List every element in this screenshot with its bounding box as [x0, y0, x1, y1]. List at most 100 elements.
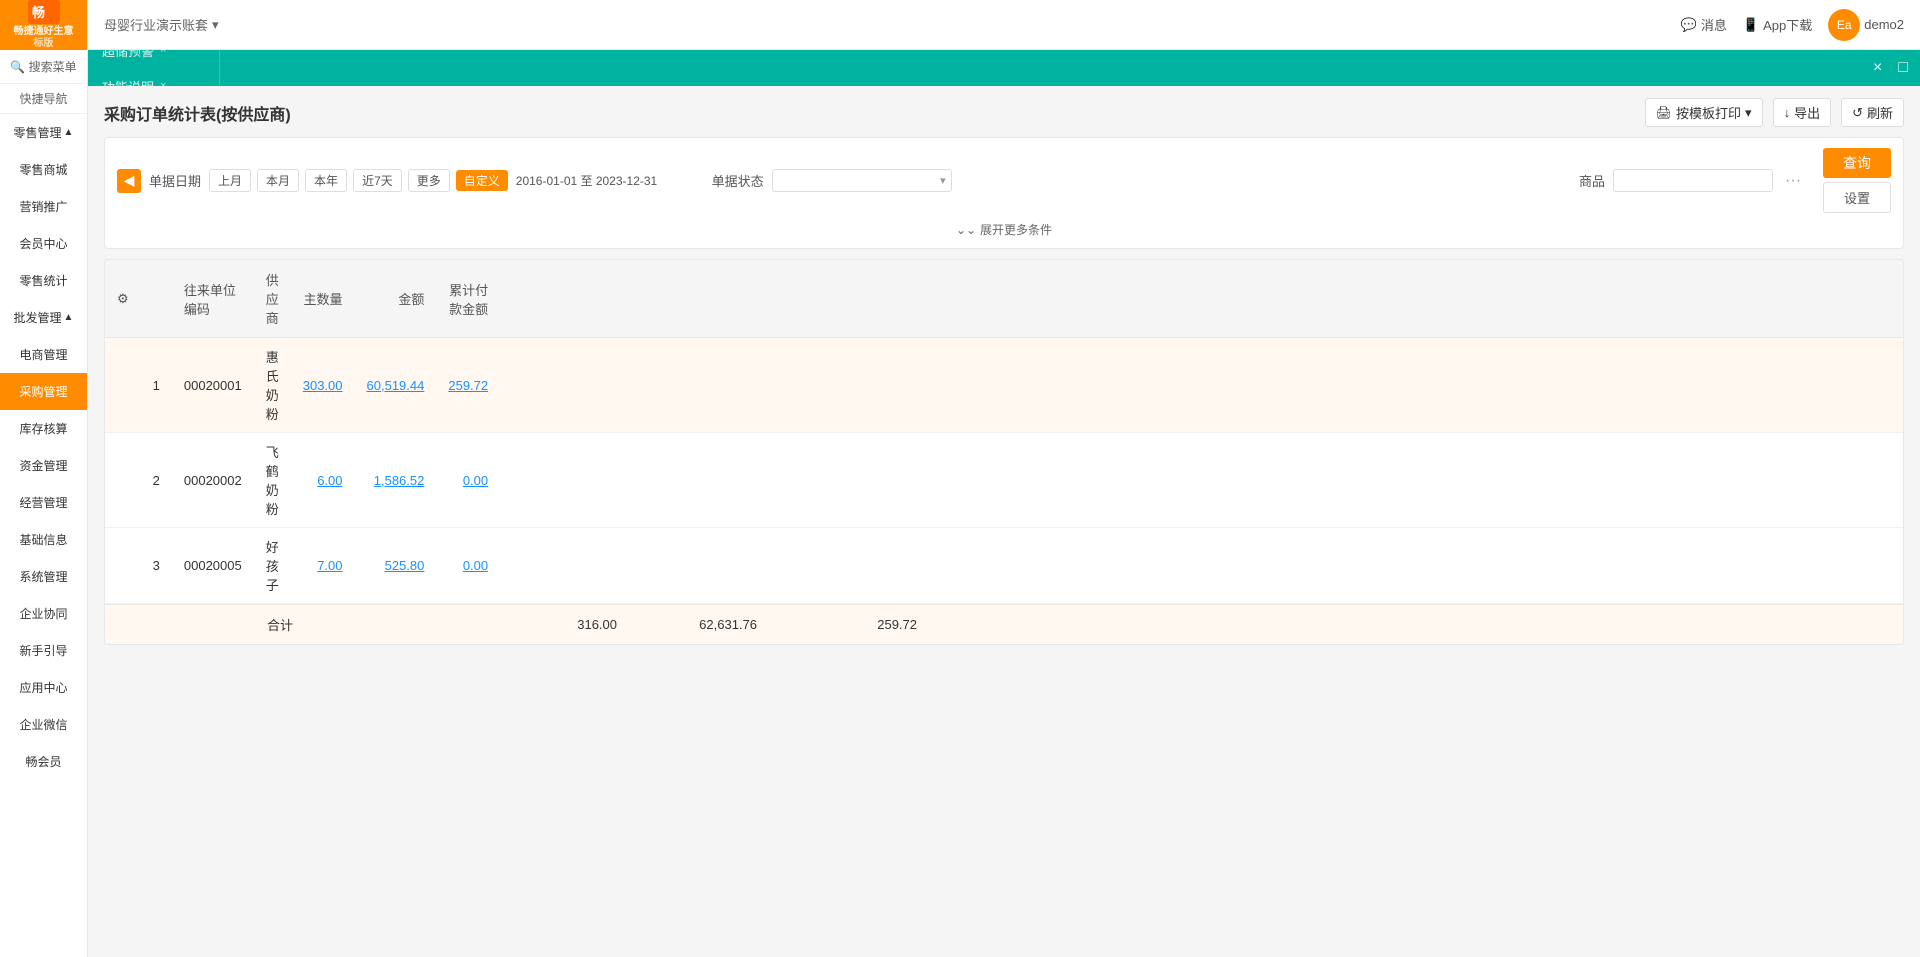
row-qty-cell[interactable]: 6.00: [291, 433, 355, 528]
sidebar-item-basic-info[interactable]: 基础信息: [0, 521, 87, 558]
workspace-selector[interactable]: 母婴行业演示账套 ▾: [104, 15, 1669, 34]
filter-toggle-button[interactable]: ◀: [117, 169, 141, 193]
sidebar-item-enterprise-wechat[interactable]: 企业微信: [0, 706, 87, 743]
sidebar-item-wholesale-mgmt[interactable]: 批发管理▲: [0, 299, 87, 336]
svg-text:畅: 畅: [32, 5, 45, 20]
date-btn-custom[interactable]: 自定义: [456, 170, 508, 191]
sidebar-item-inventory-check[interactable]: 库存核算: [0, 410, 87, 447]
sidebar-label: 经营管理: [19, 494, 67, 511]
filter-left: ◀ 单据日期 上月 本月 本年 近7天 更多 自定义 2016-01-01 至 …: [117, 169, 702, 193]
sidebar-search[interactable]: 🔍 搜索菜单: [0, 50, 87, 84]
footer-paid: 259.72: [797, 617, 917, 632]
table-body: 1 00020001 惠氏奶粉 303.00 60,519.44 259.72 …: [105, 338, 1903, 604]
tab-function-desc[interactable]: 功能说明 ×: [88, 68, 220, 86]
sidebar-item-retail-mall[interactable]: 零售商城: [0, 151, 87, 188]
status-select-wrapper: [772, 169, 952, 192]
sidebar-item-retail-mgmt[interactable]: 零售管理▲: [0, 114, 87, 151]
goods-input[interactable]: [1613, 169, 1773, 192]
sidebar-item-finance-mgmt[interactable]: 资金管理: [0, 447, 87, 484]
sidebar-item-operation-mgmt[interactable]: 经营管理: [0, 484, 87, 521]
page-title: 采购订单统计表(按供应商): [104, 101, 291, 125]
row-qty-cell[interactable]: 7.00: [291, 528, 355, 604]
table-row: 3 00020005 好孩子 7.00 525.80 0.00: [105, 528, 1903, 604]
date-btn-last-month[interactable]: 上月: [209, 169, 251, 192]
query-button[interactable]: 查询: [1823, 148, 1891, 178]
row-extra-cell: [500, 528, 1903, 604]
data-table: ⚙ 往来单位编码 供应商 主数量 金额 累计付款金额 1 00020001 惠氏…: [105, 260, 1903, 604]
col-extra: [500, 260, 1903, 338]
sidebar-item-member-center[interactable]: 会员中心: [0, 225, 87, 262]
sidebar-label: 营销推广: [19, 198, 67, 215]
status-select[interactable]: [772, 169, 952, 192]
row-paid-cell[interactable]: 0.00: [436, 528, 500, 604]
row-icon-cell: [105, 433, 141, 528]
footer-amount: 62,631.76: [657, 617, 757, 632]
app-logo: 畅 畅捷通好生意 标版: [0, 0, 87, 50]
col-num: [141, 260, 172, 338]
topbar-actions: 💬 消息 📱 App下载 Ea demo2: [1681, 9, 1904, 41]
row-qty-cell[interactable]: 303.00: [291, 338, 355, 433]
date-btn-7days[interactable]: 近7天: [353, 169, 402, 192]
user-profile[interactable]: Ea demo2: [1828, 9, 1904, 41]
export-button[interactable]: ↓ 导出: [1773, 98, 1832, 127]
tab-overstock-warn[interactable]: 超储预警 ×: [88, 50, 220, 68]
row-code-cell: 00020005: [172, 528, 254, 604]
sidebar-label: 应用中心: [19, 679, 67, 696]
col-icon[interactable]: ⚙: [105, 260, 141, 338]
footer-label: 合计: [267, 615, 527, 634]
goods-filter-label: 商品: [1579, 171, 1605, 190]
refresh-button[interactable]: ↺ 刷新: [1841, 98, 1904, 127]
settings-button[interactable]: 设置: [1823, 182, 1891, 213]
col-qty: 主数量: [291, 260, 355, 338]
date-btn-more[interactable]: 更多: [408, 169, 450, 192]
sidebar-item-ecommerce-mgmt[interactable]: 电商管理: [0, 336, 87, 373]
sidebar-label: 批发管理: [14, 309, 62, 326]
col-supplier-name: 供应商: [254, 260, 291, 338]
workspace-dropdown-icon: ▾: [212, 17, 219, 33]
message-action[interactable]: 💬 消息: [1681, 15, 1727, 34]
sidebar-label: 系统管理: [19, 568, 67, 585]
sidebar-item-system-mgmt[interactable]: 系统管理: [0, 558, 87, 595]
sidebar-item-new-guide[interactable]: 新手引导: [0, 632, 87, 669]
row-paid-cell[interactable]: 0.00: [436, 433, 500, 528]
filter-middle: 单据状态: [712, 169, 1297, 192]
col-supplier-code: 往来单位编码: [172, 260, 254, 338]
page-actions: 🖨 按模板打印 ▾ ↓ 导出 ↺ 刷新: [1645, 98, 1905, 127]
print-dropdown-icon: ▾: [1745, 105, 1752, 121]
sidebar-label: 零售管理: [14, 124, 62, 141]
date-btn-this-year[interactable]: 本年: [305, 169, 347, 192]
print-icon: 🖨: [1656, 105, 1673, 121]
row-amount-cell[interactable]: 1,586.52: [355, 433, 437, 528]
sidebar-quick-nav[interactable]: 快捷导航: [0, 84, 87, 114]
tab-expand-btn[interactable]: □: [1894, 57, 1912, 79]
expand-icon: ⌄⌄: [956, 223, 976, 237]
tabbar: 首页收发存汇总表 ×要货单统计表 ×可用量库存账本 ×保质期查询 ×超储预警 ×…: [88, 50, 1920, 86]
app-download-action[interactable]: 📱 App下载: [1743, 15, 1812, 34]
row-amount-cell[interactable]: 60,519.44: [355, 338, 437, 433]
sidebar-item-app-center[interactable]: 应用中心: [0, 669, 87, 706]
row-name-cell: 惠氏奶粉: [254, 338, 291, 433]
tab-close-icon[interactable]: ×: [160, 50, 166, 56]
message-icon: 💬: [1681, 17, 1697, 33]
sidebar-item-member[interactable]: 畅会员: [0, 743, 87, 780]
filter-main-row: ◀ 单据日期 上月 本月 本年 近7天 更多 自定义 2016-01-01 至 …: [117, 148, 1891, 213]
sidebar: 畅 畅捷通好生意 标版 🔍 搜索菜单 快捷导航 零售管理▲ 零售商城营销推广会员中…: [0, 0, 88, 957]
sidebar-label: 基础信息: [19, 531, 67, 548]
sidebar-item-marketing[interactable]: 营销推广: [0, 188, 87, 225]
print-button[interactable]: 🖨 按模板打印 ▾: [1645, 98, 1763, 127]
sidebar-label: 零售商城: [19, 161, 67, 178]
row-name-cell: 飞鹤奶粉: [254, 433, 291, 528]
more-filter-dots[interactable]: ···: [1781, 172, 1805, 190]
date-btn-this-month[interactable]: 本月: [257, 169, 299, 192]
tab-label: 功能说明: [102, 77, 154, 87]
row-amount-cell[interactable]: 525.80: [355, 528, 437, 604]
row-paid-cell[interactable]: 259.72: [436, 338, 500, 433]
tab-close-btn[interactable]: ×: [1869, 57, 1886, 79]
sidebar-item-retail-stats[interactable]: 零售统计: [0, 262, 87, 299]
filter-right: 商品 ··· 查询 设置: [1306, 148, 1891, 213]
sidebar-label: 电商管理: [19, 346, 67, 363]
content-area: 采购订单统计表(按供应商) 🖨 按模板打印 ▾ ↓ 导出 ↺ 刷新: [88, 86, 1920, 957]
sidebar-item-purchase-mgmt[interactable]: 采购管理: [0, 373, 87, 410]
sidebar-item-enterprise-collab[interactable]: 企业协同: [0, 595, 87, 632]
expand-more-button[interactable]: ⌄⌄ 展开更多条件: [956, 221, 1052, 238]
